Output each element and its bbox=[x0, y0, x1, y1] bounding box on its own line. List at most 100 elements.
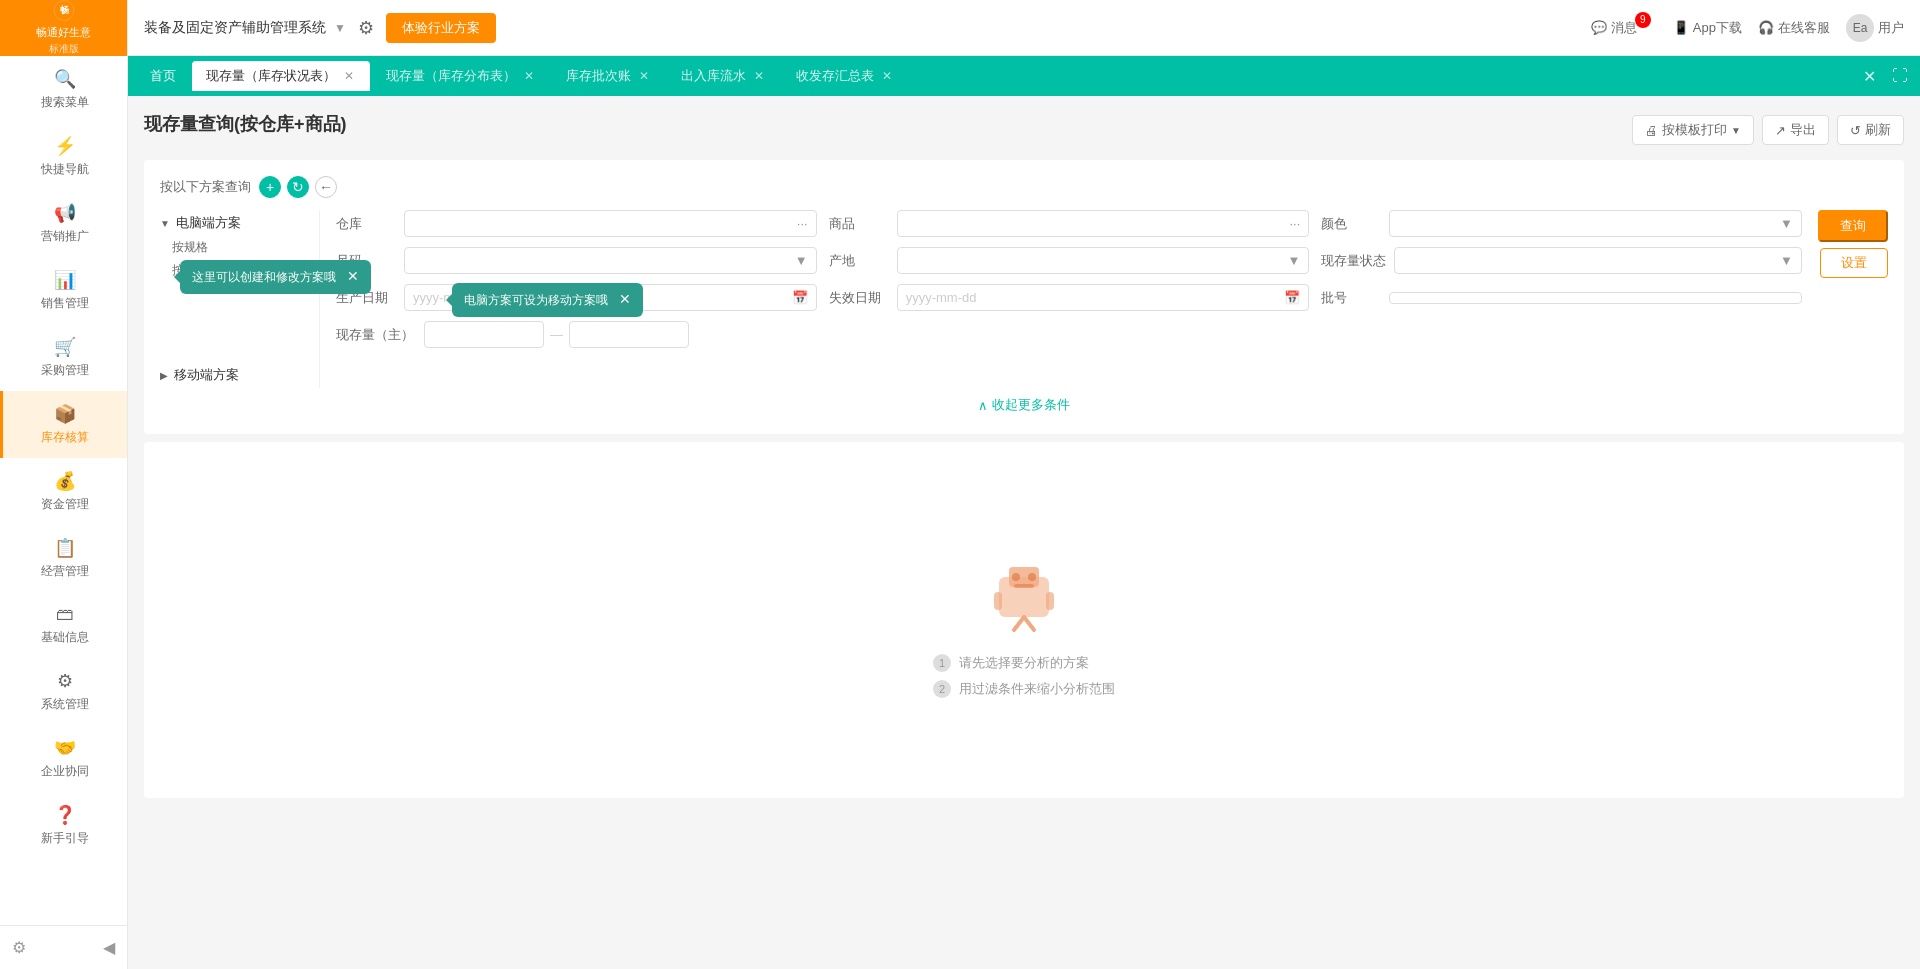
calendar-icon-produce: 📅 bbox=[792, 290, 808, 305]
scheme-arrow-pc: ▼ bbox=[160, 218, 170, 229]
online-support-btn[interactable]: 🎧 在线客服 bbox=[1758, 19, 1830, 37]
app-download-label: App下载 bbox=[1693, 19, 1742, 37]
tabbar: 首页 现存量（库存状况表） ✕ 现存量（库存分布表） ✕ 库存批次账 ✕ 出入库… bbox=[128, 56, 1920, 96]
tab-batch-ledger-close[interactable]: ✕ bbox=[637, 69, 651, 83]
message-icon: 💬 bbox=[1591, 20, 1607, 35]
tab-inventory-status[interactable]: 现存量（库存状况表） ✕ bbox=[192, 61, 370, 91]
settings-btn[interactable]: 设置 bbox=[1820, 248, 1888, 278]
finance-icon: 💰 bbox=[54, 470, 76, 492]
tab-collect-summary[interactable]: 收发存汇总表 ✕ bbox=[782, 61, 908, 91]
refresh-label: 刷新 bbox=[1865, 121, 1891, 139]
print-btn[interactable]: 🖨 按模板打印 ▼ bbox=[1632, 115, 1754, 145]
tab-collect-summary-close[interactable]: ✕ bbox=[880, 69, 894, 83]
origin-select[interactable]: ▼ bbox=[897, 247, 1310, 274]
tab-io-flow[interactable]: 出入库流水 ✕ bbox=[667, 61, 780, 91]
filter-refresh-btn[interactable]: ↻ bbox=[287, 176, 309, 198]
scheme-node-pc[interactable]: ▼ 电脑端方案 bbox=[160, 210, 307, 236]
message-badge: 9 bbox=[1635, 12, 1651, 28]
operation-icon: 📋 bbox=[54, 537, 76, 559]
trial-btn[interactable]: 体验行业方案 bbox=[386, 13, 496, 43]
sidebar-item-system[interactable]: ⚙ 系统管理 bbox=[0, 658, 127, 725]
svg-rect-10 bbox=[1046, 592, 1054, 610]
filter-item-stock-status: 现存量状态 ▼ bbox=[1321, 247, 1802, 274]
logo-version-text: 标准版 bbox=[49, 42, 79, 56]
sidebar-item-label-finance: 资金管理 bbox=[41, 496, 89, 513]
stock-status-label: 现存量状态 bbox=[1321, 252, 1386, 270]
batch-input[interactable] bbox=[1389, 292, 1802, 304]
warehouse-select[interactable]: ··· bbox=[404, 210, 817, 237]
page-title: 现存量查询(按仓库+商品) bbox=[144, 112, 347, 136]
tab-inventory-status-close[interactable]: ✕ bbox=[342, 69, 356, 83]
tab-inventory-dist-close[interactable]: ✕ bbox=[522, 69, 536, 83]
filter-actions: + ↻ ← bbox=[259, 176, 337, 198]
filter-add-btn[interactable]: + bbox=[259, 176, 281, 198]
message-btn[interactable]: 💬 消息 9 bbox=[1591, 19, 1657, 37]
goods-ellipsis: ··· bbox=[1289, 216, 1300, 231]
collapse-icon[interactable]: ◀ bbox=[103, 938, 115, 957]
sidebar-item-quicknav[interactable]: ⚡ 快捷导航 bbox=[0, 123, 127, 190]
filter-item-warehouse: 仓库 ··· bbox=[336, 210, 817, 237]
stock-qty-range: — bbox=[424, 321, 1802, 348]
user-area[interactable]: Ea 用户 bbox=[1846, 14, 1904, 42]
sidebar-item-marketing[interactable]: 📢 营销推广 bbox=[0, 190, 127, 257]
tab-io-flow-close[interactable]: ✕ bbox=[752, 69, 766, 83]
sidebar-item-finance[interactable]: 💰 资金管理 bbox=[0, 458, 127, 525]
header-settings-icon[interactable]: ⚙ bbox=[358, 17, 374, 39]
settings-bottom-icon[interactable]: ⚙ bbox=[12, 938, 26, 957]
guide-icon: ❓ bbox=[54, 804, 76, 826]
stock-status-select[interactable]: ▼ bbox=[1394, 247, 1802, 274]
tooltip-create-scheme: 这里可以创建和修改方案哦 ✕ bbox=[180, 260, 371, 294]
stock-qty-max[interactable] bbox=[569, 321, 689, 348]
origin-dropdown-icon: ▼ bbox=[1287, 253, 1300, 268]
refresh-btn[interactable]: ↺ 刷新 bbox=[1837, 115, 1904, 145]
tab-batch-ledger-label: 库存批次账 bbox=[566, 67, 631, 85]
scheme-arrow-mobile: ▶ bbox=[160, 370, 168, 381]
sidebar-item-operation[interactable]: 📋 经营管理 bbox=[0, 525, 127, 592]
search-btn[interactable]: 查询 bbox=[1818, 210, 1888, 242]
inventory-icon: 📦 bbox=[54, 403, 76, 425]
sidebar-item-search[interactable]: 🔍 搜索菜单 bbox=[0, 56, 127, 123]
basic-icon: 🗃 bbox=[56, 604, 74, 625]
sidebar-item-enterprise[interactable]: 🤝 企业协同 bbox=[0, 725, 127, 792]
tabbar-close-btn[interactable]: ✕ bbox=[1859, 63, 1880, 90]
dropdown-arrow-icon: ▼ bbox=[334, 21, 346, 35]
tabbar-maximize-btn[interactable]: ⛶ bbox=[1888, 63, 1912, 90]
tooltip-pc-close[interactable]: ✕ bbox=[619, 291, 631, 307]
stock-status-dropdown-icon: ▼ bbox=[1780, 253, 1793, 268]
search-icon: 🔍 bbox=[54, 68, 76, 90]
sidebar-item-sales[interactable]: 📊 销售管理 bbox=[0, 257, 127, 324]
tab-home[interactable]: 首页 bbox=[136, 61, 190, 91]
tooltip-create-close[interactable]: ✕ bbox=[347, 268, 359, 284]
filter-back-btn[interactable]: ← bbox=[315, 176, 337, 198]
sidebar-item-label-search: 搜索菜单 bbox=[41, 94, 89, 111]
scheme-node-mobile[interactable]: ▶ 移动端方案 bbox=[160, 362, 307, 388]
warehouse-ellipsis: ··· bbox=[797, 216, 808, 231]
export-btn[interactable]: ↗ 导出 bbox=[1762, 115, 1829, 145]
filter-collapse-btn[interactable]: ∧ 收起更多条件 bbox=[160, 388, 1888, 418]
app-download-btn[interactable]: 📱 App下载 bbox=[1673, 19, 1742, 37]
tooltip-pc-text: 电脑方案可设为移动方案哦 bbox=[464, 293, 608, 307]
size-dropdown-icon: ▼ bbox=[795, 253, 808, 268]
sidebar-item-basic[interactable]: 🗃 基础信息 bbox=[0, 592, 127, 658]
system-icon: ⚙ bbox=[57, 670, 73, 692]
scheme-sub-pc: 按规格 bbox=[172, 236, 307, 259]
filter-item-origin: 产地 ▼ bbox=[829, 247, 1310, 274]
stock-qty-min[interactable] bbox=[424, 321, 544, 348]
svg-line-8 bbox=[1024, 617, 1034, 630]
export-label: 导出 bbox=[1790, 121, 1816, 139]
size-select[interactable]: ▼ bbox=[404, 247, 817, 274]
scheme-label-pc: 电脑端方案 bbox=[176, 214, 241, 232]
expire-date-input[interactable]: yyyy-mm-dd 📅 bbox=[897, 284, 1310, 311]
empty-tip-2-text: 用过滤条件来缩小分析范围 bbox=[959, 680, 1115, 698]
sidebar: 畅 畅通好生意 标准版 🔍 搜索菜单 ⚡ 快捷导航 📢 营销推广 📊 销售管理 … bbox=[0, 0, 128, 969]
tab-inventory-dist[interactable]: 现存量（库存分布表） ✕ bbox=[372, 61, 550, 91]
avatar-text: Ea bbox=[1853, 21, 1868, 35]
sidebar-item-purchase[interactable]: 🛒 采购管理 bbox=[0, 324, 127, 391]
color-select[interactable]: ▼ bbox=[1389, 210, 1802, 237]
svg-point-5 bbox=[1028, 573, 1036, 581]
goods-select[interactable]: ··· bbox=[897, 210, 1310, 237]
sidebar-item-inventory[interactable]: 📦 库存核算 bbox=[0, 391, 127, 458]
empty-tip-1-text: 请先选择要分析的方案 bbox=[959, 654, 1089, 672]
sidebar-item-guide[interactable]: ❓ 新手引导 bbox=[0, 792, 127, 859]
tab-batch-ledger[interactable]: 库存批次账 ✕ bbox=[552, 61, 665, 91]
